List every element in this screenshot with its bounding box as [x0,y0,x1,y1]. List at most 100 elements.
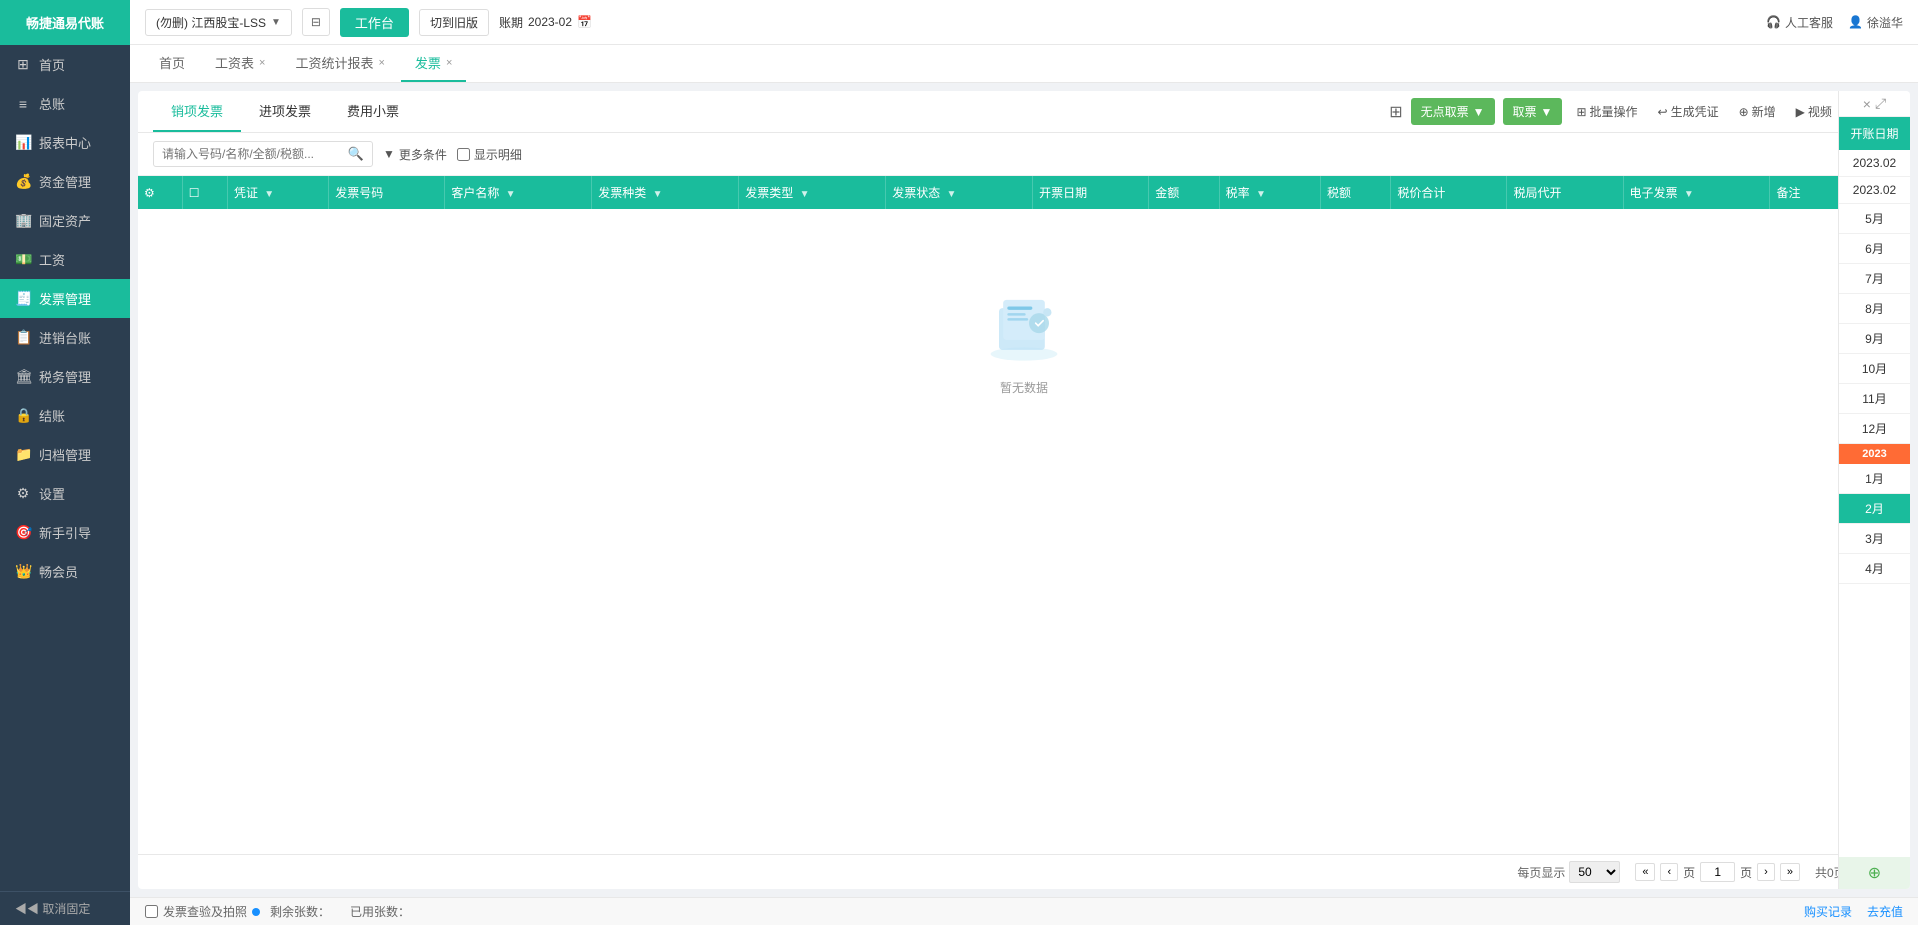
buy-records-link[interactable]: 购买记录 [1804,903,1852,920]
sidebar-item-ledger[interactable]: ≡ 总账 [0,84,130,123]
subtab-receipts[interactable]: 费用小票 [329,91,417,132]
no-invoice-button[interactable]: 无点取票 ▼ [1411,98,1495,125]
electronic-filter-icon[interactable]: ▼ [1684,189,1694,200]
date-panel-item-2023-1[interactable]: 1月 [1839,464,1910,494]
dropdown-caret-icon2: ▼ [1541,105,1553,119]
customer-filter-icon[interactable]: ▼ [506,189,516,200]
date-panel-item-10[interactable]: 10月 [1839,354,1910,384]
video-button[interactable]: ▶ 视频 [1790,99,1838,124]
voucher-filter-icon[interactable]: ▼ [264,189,274,200]
sidebar-item-close[interactable]: 🔒 结账 [0,396,130,435]
inv-subtype-filter-icon[interactable]: ▼ [800,189,810,200]
avatar-icon: 👤 [1848,15,1863,29]
recharge-link[interactable]: 去充值 [1867,903,1903,920]
user-avatar[interactable]: 👤 徐溢华 [1848,14,1903,31]
last-page-button[interactable]: » [1780,863,1800,881]
switch-old-button[interactable]: 切到旧版 [419,9,489,36]
sidebar-item-payroll[interactable]: 💵 工资 [0,240,130,279]
date-panel-item-8[interactable]: 8月 [1839,294,1910,324]
th-settings[interactable]: ⚙ [138,176,182,209]
assets-icon: 🏢 [15,212,31,229]
sidebar-item-archive[interactable]: 📁 归档管理 [0,435,130,474]
get-invoice-button[interactable]: 取票 ▼ [1503,98,1563,125]
dropdown-caret-icon: ▼ [1473,105,1485,119]
th-issue-date: 开票日期 [1033,176,1149,209]
date-panel-item-9[interactable]: 9月 [1839,324,1910,354]
footer-bottom: 发票查验及拍照 剩余张数： 已用张数： 购买记录 去充值 [130,897,1918,925]
verify-dot-icon [252,908,260,916]
verify-checkbox[interactable] [145,905,158,918]
inv-type-filter-icon[interactable]: ▼ [653,189,663,200]
company-name: (勿删) 江西股宝-LSS [156,14,266,31]
tab-home[interactable]: 首页 [145,45,199,82]
tab-payroll-stats[interactable]: 工资统计报表 × [281,45,398,82]
sidebar-item-label: 畅会员 [39,562,78,581]
company-selector[interactable]: (勿删) 江西股宝-LSS ▼ [145,9,292,36]
sidebar-item-member[interactable]: 👑 畅会员 [0,552,130,591]
subtab-purchase-invoice[interactable]: 进项发票 [241,91,329,132]
generate-voucher-button[interactable]: ↩ 生成凭证 [1652,99,1725,124]
workbench-button[interactable]: 工作台 [340,8,409,37]
date-panel-item-12[interactable]: 12月 [1839,414,1910,444]
batch-ops-button[interactable]: ⊞ 批量操作 [1570,99,1643,124]
tax-rate-filter-icon[interactable]: ▼ [1256,189,1266,200]
date-panel-item-7[interactable]: 7月 [1839,264,1910,294]
unpin-sidebar-button[interactable]: ◀◀ 取消固定 [0,892,130,925]
close-icon[interactable]: × [1863,96,1871,112]
video-icon: ▶ [1796,105,1805,119]
sidebar-item-funds[interactable]: 💰 资金管理 [0,162,130,201]
search-input[interactable] [162,147,343,161]
sidebar-item-label: 结账 [39,406,65,425]
date-panel-item-6[interactable]: 6月 [1839,234,1910,264]
expand-icon[interactable]: ⤢ [1875,95,1886,112]
member-icon: 👑 [15,563,31,580]
date-panel-item-2023-2[interactable]: 2月 [1839,494,1910,524]
unpin-label: ◀◀ 取消固定 [15,900,90,917]
sidebar-item-label: 首页 [39,55,65,74]
year-2023-label: 2023 [1839,444,1910,464]
more-filters-button[interactable]: ▼ 更多条件 [383,146,447,163]
inv-status-filter-icon[interactable]: ▼ [947,189,957,200]
subtab-sales-invoice[interactable]: 销项发票 [153,91,241,132]
tab-invoice[interactable]: 发票 × [401,45,466,82]
sidebar-item-assets[interactable]: 🏢 固定资产 [0,201,130,240]
tab-payroll[interactable]: 工资表 × [201,45,279,82]
sidebar-item-invoice[interactable]: 🧾 发票管理 [0,279,130,318]
page-input[interactable] [1700,862,1735,882]
batch-ops-label: 批量操作 [1590,103,1638,120]
prev-page-button[interactable]: ‹ [1660,863,1678,881]
next-page-button[interactable]: › [1757,863,1775,881]
support-button[interactable]: 🎧 人工客服 [1766,14,1833,31]
date-panel-item-2023-3[interactable]: 3月 [1839,524,1910,554]
tab-invoice-close[interactable]: × [446,57,452,69]
sidebar-item-home[interactable]: ⊞ 首页 [0,45,130,84]
th-checkbox[interactable]: ☐ [182,176,227,209]
sidebar-item-label: 工资 [39,250,65,269]
date-panel-item-11[interactable]: 11月 [1839,384,1910,414]
th-total: 税价合计 [1391,176,1507,209]
sidebar-item-settings[interactable]: ⚙ 设置 [0,474,130,513]
invoice-toolbar: 🔍 ▼ 更多条件 显示明细 [138,133,1910,176]
date-panel-expand-btn[interactable]: ⊕ [1839,857,1910,889]
sidebar-item-sales[interactable]: 📋 进销台账 [0,318,130,357]
date-panel-item-5[interactable]: 5月 [1839,204,1910,234]
new-invoice-button[interactable]: ⊕ 新增 [1733,99,1782,124]
show-detail-checkbox[interactable]: 显示明细 [457,146,522,163]
tab-payroll-stats-label: 工资统计报表 [295,53,373,72]
date-panel-item-2023-4[interactable]: 4月 [1839,554,1910,584]
company-settings-button[interactable]: ⊟ [302,8,330,36]
sidebar-item-guide[interactable]: 🎯 新手引导 [0,513,130,552]
sidebar-item-reports[interactable]: 📊 报表中心 [0,123,130,162]
tab-payroll-stats-close[interactable]: × [378,57,384,69]
topbar-right: 🎧 人工客服 👤 徐溢华 [1766,14,1903,31]
date-panel-item-202302-1[interactable]: 2023.02 [1839,150,1910,177]
first-page-button[interactable]: « [1635,863,1655,881]
sidebar-item-tax[interactable]: 🏛 税务管理 [0,357,130,396]
grid-view-icon[interactable]: ⊞ [1389,102,1402,122]
tab-payroll-close[interactable]: × [259,57,265,69]
used-label: 已用张数： [350,903,410,920]
show-detail-check[interactable] [457,148,470,161]
date-panel-item-202302-2[interactable]: 2023.02 [1839,177,1910,204]
pagination-bar: 每页显示 50 100 200 « ‹ 页 页 › » 共0页, 0条记 [138,854,1910,889]
per-page-select[interactable]: 50 100 200 [1569,861,1620,883]
